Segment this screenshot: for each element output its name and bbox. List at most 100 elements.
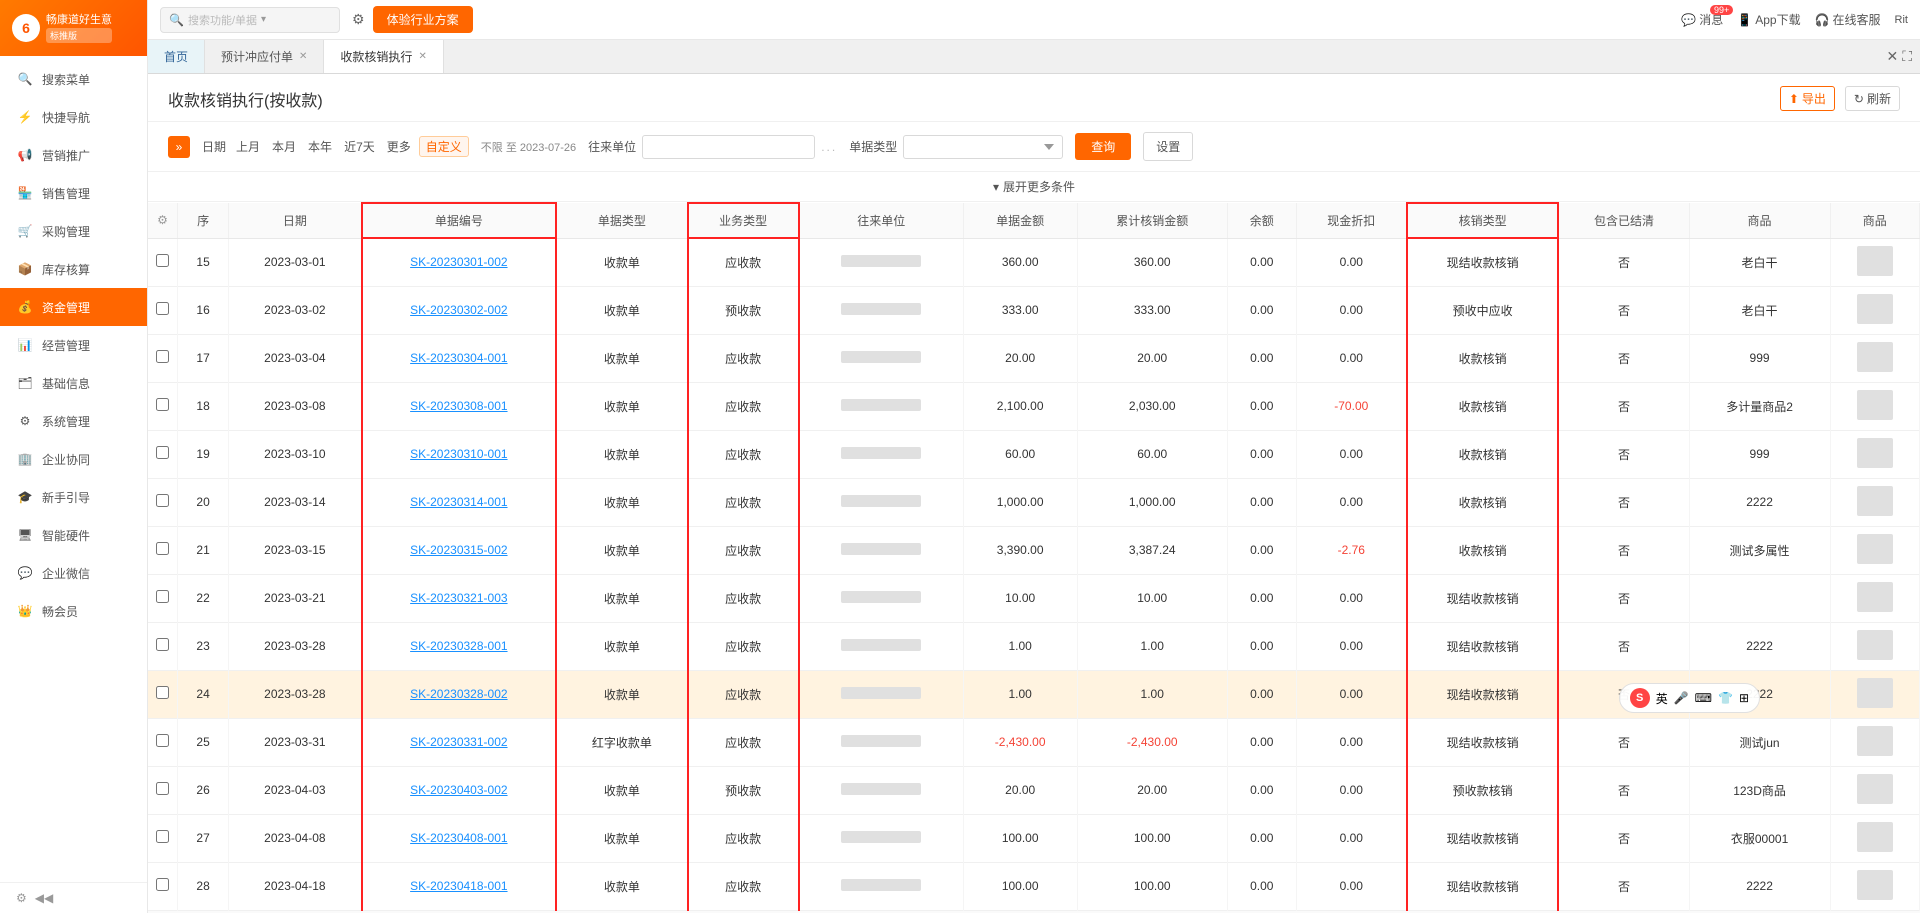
col-biz-type[interactable]: 业务类型 — [688, 203, 799, 238]
cell-checkbox[interactable] — [148, 286, 178, 334]
cell-doc-no[interactable]: SK-20230301-002 — [362, 238, 557, 286]
cell-no: 16 — [178, 286, 229, 334]
refresh-button[interactable]: ↻ 刷新 — [1845, 86, 1900, 111]
tab-home[interactable]: 首页 — [148, 40, 205, 73]
partner-input[interactable] — [642, 135, 815, 159]
cell-include-cleared: 否 — [1558, 766, 1689, 814]
cell-balance: 0.00 — [1227, 814, 1296, 862]
date-custom-btn[interactable]: 自定义 — [419, 136, 469, 157]
sidebar-item-quick[interactable]: ⚡ 快捷导航 — [0, 98, 147, 136]
member-icon: 👑 — [16, 602, 34, 620]
sidebar-item-system[interactable]: ⚙ 系统管理 — [0, 402, 147, 440]
cell-checkbox[interactable] — [148, 622, 178, 670]
date-opt-this-year[interactable]: 本年 — [304, 136, 336, 157]
cell-include-cleared: 否 — [1558, 862, 1689, 910]
filter-toggle-btn[interactable]: » — [168, 136, 190, 158]
cell-checkbox[interactable] — [148, 574, 178, 622]
cell-doc-no[interactable]: SK-20230304-001 — [362, 334, 557, 382]
user-name[interactable]: Rit — [1895, 14, 1908, 26]
settings-button[interactable]: 设置 — [1143, 132, 1193, 161]
sidebar-item-basic[interactable]: 🗂 基础信息 — [0, 364, 147, 402]
tab-collection[interactable]: 收款核销执行 ✕ — [324, 40, 443, 73]
cell-checkbox[interactable] — [148, 862, 178, 910]
date-opt-last-month[interactable]: 上月 — [232, 136, 264, 157]
messages-button[interactable]: 💬 消息 99+ — [1681, 11, 1723, 28]
col-writeoff-type[interactable]: 核销类型 — [1407, 203, 1559, 238]
sidebar-item-purchase[interactable]: 🛒 采购管理 — [0, 212, 147, 250]
sidebar-item-member[interactable]: 👑 畅会员 — [0, 592, 147, 630]
cell-checkbox[interactable] — [148, 766, 178, 814]
cell-doc-no[interactable]: SK-20230321-003 — [362, 574, 557, 622]
cell-checkbox[interactable] — [148, 238, 178, 286]
table-row: 18 2023-03-08 SK-20230308-001 收款单 应收款 2,… — [148, 382, 1920, 430]
app-label: App下载 — [1755, 11, 1800, 28]
sidebar-item-marketing[interactable]: 📢 营销推广 — [0, 136, 147, 174]
sidebar-item-hardware[interactable]: 🖥 智能硬件 — [0, 516, 147, 554]
main-area: 🔍 搜索功能/单据 ▾ ⚙ 体验行业方案 💬 消息 99+ 📱 App下载 🎧 … — [148, 0, 1920, 913]
sidebar-item-enterprise[interactable]: 🏢 企业协同 — [0, 440, 147, 478]
topbar-gear-icon[interactable]: ⚙ — [352, 11, 365, 28]
cell-checkbox[interactable] — [148, 478, 178, 526]
col-settings[interactable]: ⚙ — [148, 203, 178, 238]
cell-doc-no[interactable]: SK-20230308-001 — [362, 382, 557, 430]
tab-payable-close[interactable]: ✕ — [299, 51, 307, 62]
cell-checkbox[interactable] — [148, 718, 178, 766]
grid-icon[interactable]: ⊞ — [1739, 691, 1749, 705]
query-button[interactable]: 查询 — [1075, 133, 1131, 160]
cell-doc-no[interactable]: SK-20230310-001 — [362, 430, 557, 478]
cell-goods2 — [1830, 478, 1919, 526]
cell-include-cleared: 否 — [1558, 526, 1689, 574]
cell-doc-no[interactable]: SK-20230418-001 — [362, 862, 557, 910]
cell-discount: 0.00 — [1296, 238, 1406, 286]
cell-doc-no[interactable]: SK-20230403-002 — [362, 766, 557, 814]
sidebar-item-search[interactable]: 🔍 搜索菜单 — [0, 60, 147, 98]
solution-button[interactable]: 体验行业方案 — [373, 6, 473, 33]
sidebar-item-inventory[interactable]: 📦 库存核算 — [0, 250, 147, 288]
doctype-select[interactable]: 收款单 红字收款单 — [903, 135, 1063, 159]
service-button[interactable]: 🎧 在线客服 — [1815, 11, 1881, 28]
sidebar-item-finance[interactable]: 💰 资金管理 — [0, 288, 147, 326]
export-button[interactable]: ⬆ 导出 — [1780, 86, 1835, 111]
collapse-icon[interactable]: ◀◀ — [35, 891, 53, 905]
table-row: 17 2023-03-04 SK-20230304-001 收款单 应收款 20… — [148, 334, 1920, 382]
cell-doc-no[interactable]: SK-20230331-002 — [362, 718, 557, 766]
cell-doc-no[interactable]: SK-20230315-002 — [362, 526, 557, 574]
sidebar-item-operations[interactable]: 📊 经营管理 — [0, 326, 147, 364]
cell-discount: 0.00 — [1296, 766, 1406, 814]
keyboard-icon[interactable]: ⌨ — [1695, 691, 1712, 705]
cell-discount: 0.00 — [1296, 478, 1406, 526]
topbar-search[interactable]: 🔍 搜索功能/单据 ▾ — [160, 7, 340, 33]
app-download-button[interactable]: 📱 App下载 — [1737, 11, 1800, 28]
tab-collection-close[interactable]: ✕ — [418, 51, 426, 62]
cell-doc-no[interactable]: SK-20230408-001 — [362, 814, 557, 862]
date-opt-7days[interactable]: 近7天 — [340, 136, 379, 157]
cell-checkbox[interactable] — [148, 814, 178, 862]
mic-icon[interactable]: 🎤 — [1674, 691, 1689, 705]
table-row: 26 2023-04-03 SK-20230403-002 收款单 预收款 20… — [148, 766, 1920, 814]
cell-checkbox[interactable] — [148, 334, 178, 382]
shirt-icon[interactable]: 👕 — [1718, 691, 1733, 705]
cell-checkbox[interactable] — [148, 382, 178, 430]
tab-payable[interactable]: 预计冲应付单 ✕ — [205, 40, 324, 73]
sidebar-item-wechat[interactable]: 💬 企业微信 — [0, 554, 147, 592]
cell-doc-no[interactable]: SK-20230328-002 — [362, 670, 557, 718]
col-doc-no[interactable]: 单据编号 — [362, 203, 557, 238]
cell-doc-no[interactable]: SK-20230328-001 — [362, 622, 557, 670]
expand-filter-btn[interactable]: ▾ 展开更多条件 — [148, 172, 1920, 202]
sidebar-item-guide[interactable]: 🎓 新手引导 — [0, 478, 147, 516]
date-opt-this-month[interactable]: 本月 — [268, 136, 300, 157]
cell-include-cleared: 否 — [1558, 814, 1689, 862]
date-opt-more[interactable]: 更多 — [383, 136, 415, 157]
maximize-icon[interactable]: ⛶ — [1902, 48, 1912, 65]
cell-doc-no[interactable]: SK-20230314-001 — [362, 478, 557, 526]
cell-checkbox[interactable] — [148, 670, 178, 718]
close-tab-icon[interactable]: ✕ — [1886, 48, 1898, 65]
cell-written-off: 1,000.00 — [1077, 478, 1227, 526]
cell-written-off: 100.00 — [1077, 862, 1227, 910]
sidebar-item-sales[interactable]: 🏪 销售管理 — [0, 174, 147, 212]
settings-icon[interactable]: ⚙ — [16, 891, 27, 905]
cell-checkbox[interactable] — [148, 526, 178, 574]
col-gear-icon[interactable]: ⚙ — [157, 213, 168, 227]
cell-checkbox[interactable] — [148, 430, 178, 478]
cell-doc-no[interactable]: SK-20230302-002 — [362, 286, 557, 334]
